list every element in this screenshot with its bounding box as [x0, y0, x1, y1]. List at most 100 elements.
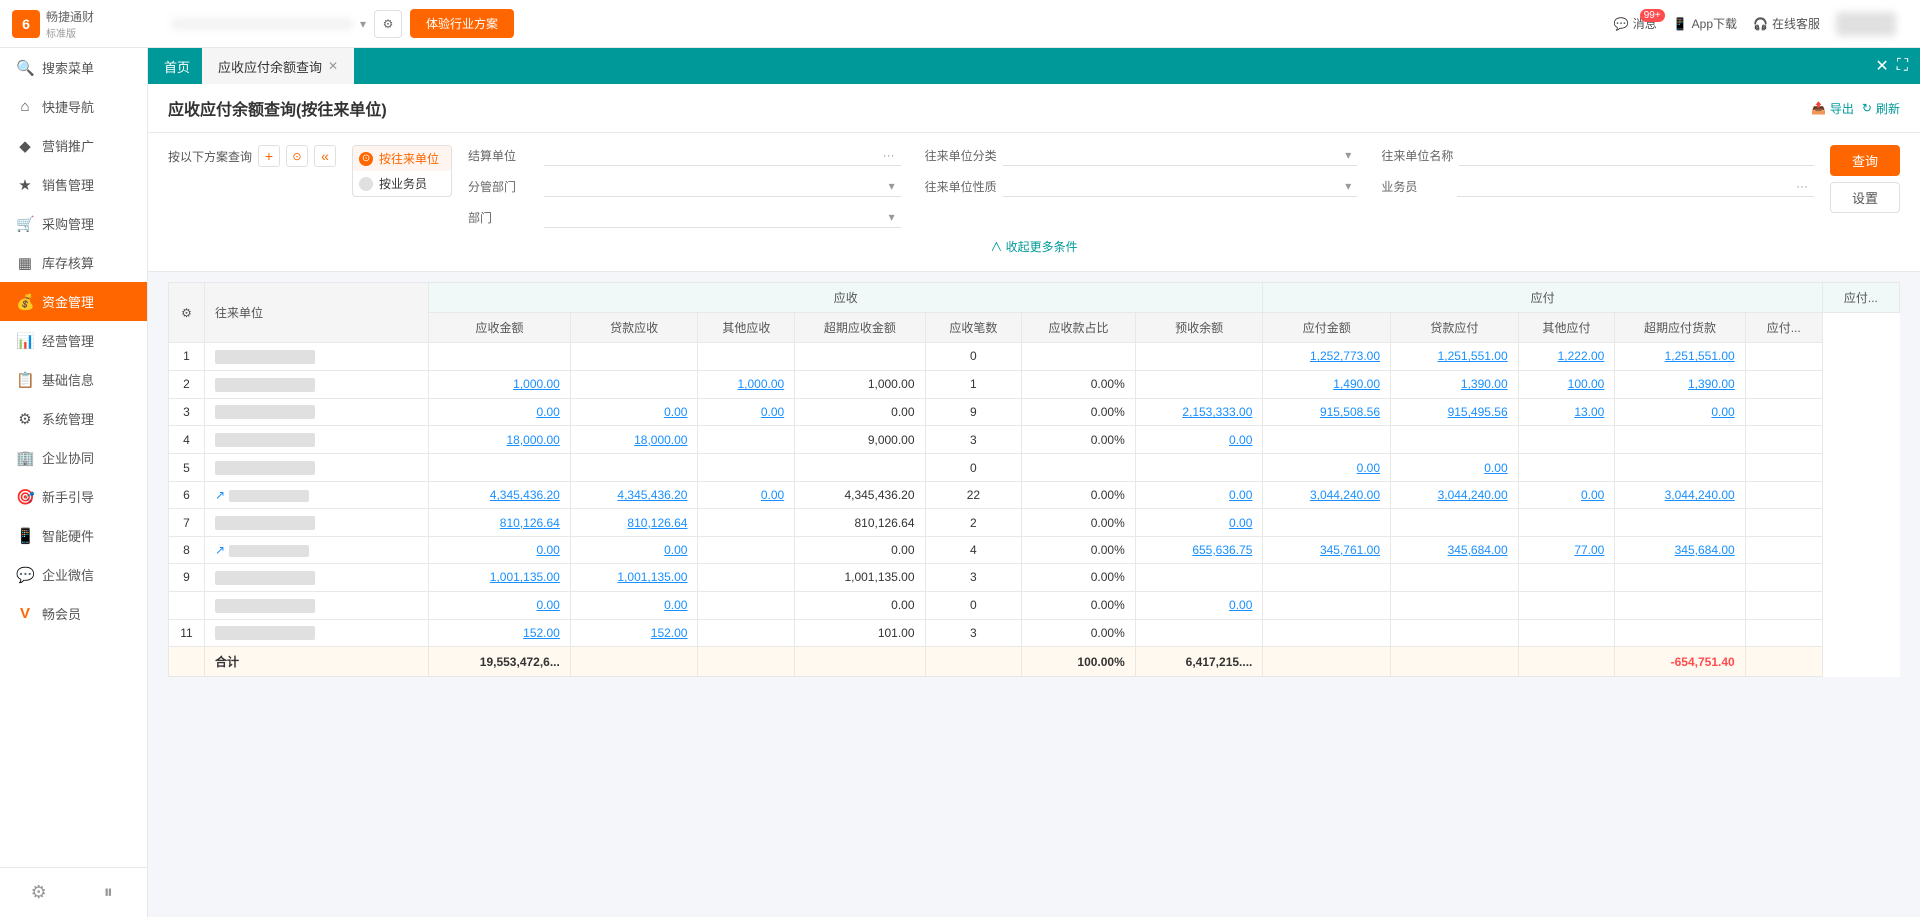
filter-actions: 查询 设置	[1830, 145, 1900, 213]
salesperson-input[interactable]: ···	[1457, 176, 1814, 197]
scheme-item-partner[interactable]: ⊙ 按往来单位	[353, 146, 451, 171]
collapse-bar[interactable]: ∧ 收起更多条件	[168, 234, 1900, 259]
tab-bar: 首页 应收应付余额查询 ✕ ✕ ⛶	[148, 48, 1920, 84]
page-header: 应收应付余额查询(按往来单位) 📤 导出 ↻ 刷新	[148, 84, 1920, 133]
add-scheme-button[interactable]: +	[258, 145, 280, 167]
sidebar-label-member: 畅会员	[42, 604, 81, 623]
export-button[interactable]: 📤 导出	[1811, 100, 1854, 117]
sidebar-item-hardware[interactable]: 📱 智能硬件	[0, 516, 147, 555]
system-icon: ⚙	[16, 410, 34, 428]
message-button[interactable]: 💬 消息 99+	[1614, 15, 1657, 32]
solution-button[interactable]: 体验行业方案	[410, 9, 514, 38]
footer-empty7	[1391, 647, 1519, 677]
partner-name-input[interactable]	[1459, 145, 1814, 166]
settlement-input[interactable]: ···	[544, 145, 901, 166]
page-actions: 📤 导出 ↻ 刷新	[1811, 100, 1900, 129]
content-area: 应收应付余额查询(按往来单位) 📤 导出 ↻ 刷新 按以下方案查询 + ⊙	[148, 84, 1920, 917]
sidebar-label-guide: 新手引导	[42, 487, 94, 506]
chevron-down-icon4: ▾	[889, 210, 895, 224]
sidebar-item-basic[interactable]: 📋 基础信息	[0, 360, 147, 399]
th-overdue-receivable: 超期应收金额	[795, 313, 925, 343]
sidebar-item-enterprise[interactable]: 🏢 企业协同	[0, 438, 147, 477]
tab-close-window-button[interactable]: ✕	[1875, 56, 1888, 76]
collapse-label: 收起更多条件	[1006, 240, 1078, 254]
partner-cat-select[interactable]: ▾	[1003, 145, 1358, 166]
main-area: 首页 应收应付余额查询 ✕ ✕ ⛶ 应收应付余额查询(按往来单位) 📤 导出 ↻…	[148, 48, 1920, 917]
home-icon: ⌂	[16, 98, 34, 115]
sidebar-item-operation[interactable]: 📊 经营管理	[0, 321, 147, 360]
sidebar-bottom: ⚙ ⏸	[0, 867, 147, 917]
tab-bar-right: ✕ ⛶	[1875, 56, 1916, 76]
inventory-icon: ▦	[16, 254, 34, 272]
sidebar-item-system[interactable]: ⚙ 系统管理	[0, 399, 147, 438]
filter-area: 按以下方案查询 + ⊙ « ⊙ 按往来单位 按业务员	[148, 133, 1920, 272]
query-button[interactable]: 查询	[1830, 145, 1900, 176]
tab-receivable[interactable]: 应收应付余额查询 ✕	[202, 48, 354, 84]
sidebar-label-system: 系统管理	[42, 409, 94, 428]
sidebar-item-search[interactable]: 🔍 搜索菜单	[0, 48, 147, 87]
sidebar-item-member[interactable]: V 畅会员	[0, 594, 147, 633]
sidebar-item-guide[interactable]: 🎯 新手引导	[0, 477, 147, 516]
app-download-button[interactable]: 📱 App下载	[1673, 15, 1737, 32]
sidebar-item-capital[interactable]: 💰 资金管理	[0, 282, 147, 321]
tab-close-icon[interactable]: ✕	[328, 59, 338, 73]
footer-receivable-total: 19,553,472,6...	[429, 647, 571, 677]
collapse-scheme-button[interactable]: «	[314, 145, 336, 167]
filter-fields: 结算单位 ··· 往来单位分类 ▾ 往来单位	[468, 145, 1814, 228]
service-button[interactable]: 🎧 在线客服	[1753, 15, 1820, 32]
sidebar-label-wechat: 企业微信	[42, 565, 94, 584]
footer-prepaid-total: 6,417,215....	[1135, 647, 1263, 677]
capital-icon: 💰	[16, 293, 34, 311]
table-row: 0.000.000.0000.00%0.00	[169, 591, 1900, 619]
dept-manage-select[interactable]: ▾	[544, 176, 901, 197]
breadcrumb-input[interactable]	[172, 19, 352, 29]
sidebar-item-sales[interactable]: ★ 销售管理	[0, 165, 147, 204]
top-right: 💬 消息 99+ 📱 App下载 🎧 在线客服	[1614, 12, 1908, 36]
sidebar-item-inventory[interactable]: ▦ 库存核算	[0, 243, 147, 282]
sidebar-item-wechat[interactable]: 💬 企业微信	[0, 555, 147, 594]
gear-button[interactable]: ⚙	[374, 10, 402, 38]
partner-cat-label: 往来单位分类	[925, 147, 997, 164]
partner-nature-label: 往来单位性质	[925, 178, 997, 195]
table-row: 101,252,773.001,251,551.001,222.001,251,…	[169, 343, 1900, 371]
chevron-down-icon2: ▾	[889, 179, 895, 193]
th-payable-suffix: 应付...	[1745, 313, 1822, 343]
filter-field-partner-cat: 往来单位分类 ▾	[925, 145, 1358, 166]
table-row: 30.000.000.000.0090.00%2,153,333.00915,5…	[169, 398, 1900, 426]
sidebar-item-marketing[interactable]: ◆ 营销推广	[0, 126, 147, 165]
th-settings[interactable]: ⚙	[169, 283, 205, 343]
refresh-button[interactable]: ↻ 刷新	[1862, 100, 1900, 117]
settlement-label: 结算单位	[468, 147, 538, 164]
search-icon: 🔍	[16, 59, 34, 77]
sidebar-item-purchase[interactable]: 🛒 采购管理	[0, 204, 147, 243]
download-icon: 📱	[1673, 17, 1688, 31]
partner-nature-select[interactable]: ▾	[1003, 176, 1358, 197]
setting-button[interactable]: 设置	[1830, 182, 1900, 213]
data-table: ⚙ 往来单位 应收 应付 应付... 应收金额 贷款应收 其他应收 超期应收金额	[168, 282, 1900, 677]
footer-label: 合计	[205, 647, 429, 677]
dropdown-arrow[interactable]: ▾	[360, 17, 366, 31]
tab-home[interactable]: 首页	[152, 48, 202, 84]
table-row: 11152.00152.00101.0030.00%	[169, 619, 1900, 647]
sidebar-item-quick[interactable]: ⌂ 快捷导航	[0, 87, 147, 126]
sidebar-label-inventory: 库存核算	[42, 253, 94, 272]
top-bar: 6 畅捷通财 标准版 ▾ ⚙ 体验行业方案 💬 消息 99+ 📱 App下载 🎧…	[0, 0, 1920, 48]
dept-select[interactable]: ▾	[544, 207, 901, 228]
table-row: 91,001,135.001,001,135.001,001,135.0030.…	[169, 563, 1900, 591]
scheme-item-salesperson[interactable]: 按业务员	[353, 171, 451, 196]
user-info[interactable]	[1836, 12, 1896, 36]
tab-maximize-button[interactable]: ⛶	[1897, 57, 1908, 75]
table-area: ⚙ 往来单位 应收 应付 应付... 应收金额 贷款应收 其他应收 超期应收金额	[148, 272, 1920, 917]
logo-name: 畅捷通财	[46, 8, 94, 25]
footer-empty3	[698, 647, 795, 677]
th-receivable-loan: 贷款应收	[570, 313, 698, 343]
settings-bottom-button[interactable]: ⚙	[8, 876, 70, 909]
footer-payable-total: -654,751.40	[1615, 647, 1745, 677]
collapse-button[interactable]: ⏸	[78, 876, 140, 909]
filter-field-settlement: 结算单位 ···	[468, 145, 901, 166]
sidebar-label-operation: 经营管理	[42, 331, 94, 350]
th-other-receivable: 其他应收	[698, 313, 795, 343]
table-settings-icon[interactable]: ⚙	[181, 306, 192, 320]
guide-icon: 🎯	[16, 488, 34, 506]
edit-scheme-button[interactable]: ⊙	[286, 145, 308, 167]
